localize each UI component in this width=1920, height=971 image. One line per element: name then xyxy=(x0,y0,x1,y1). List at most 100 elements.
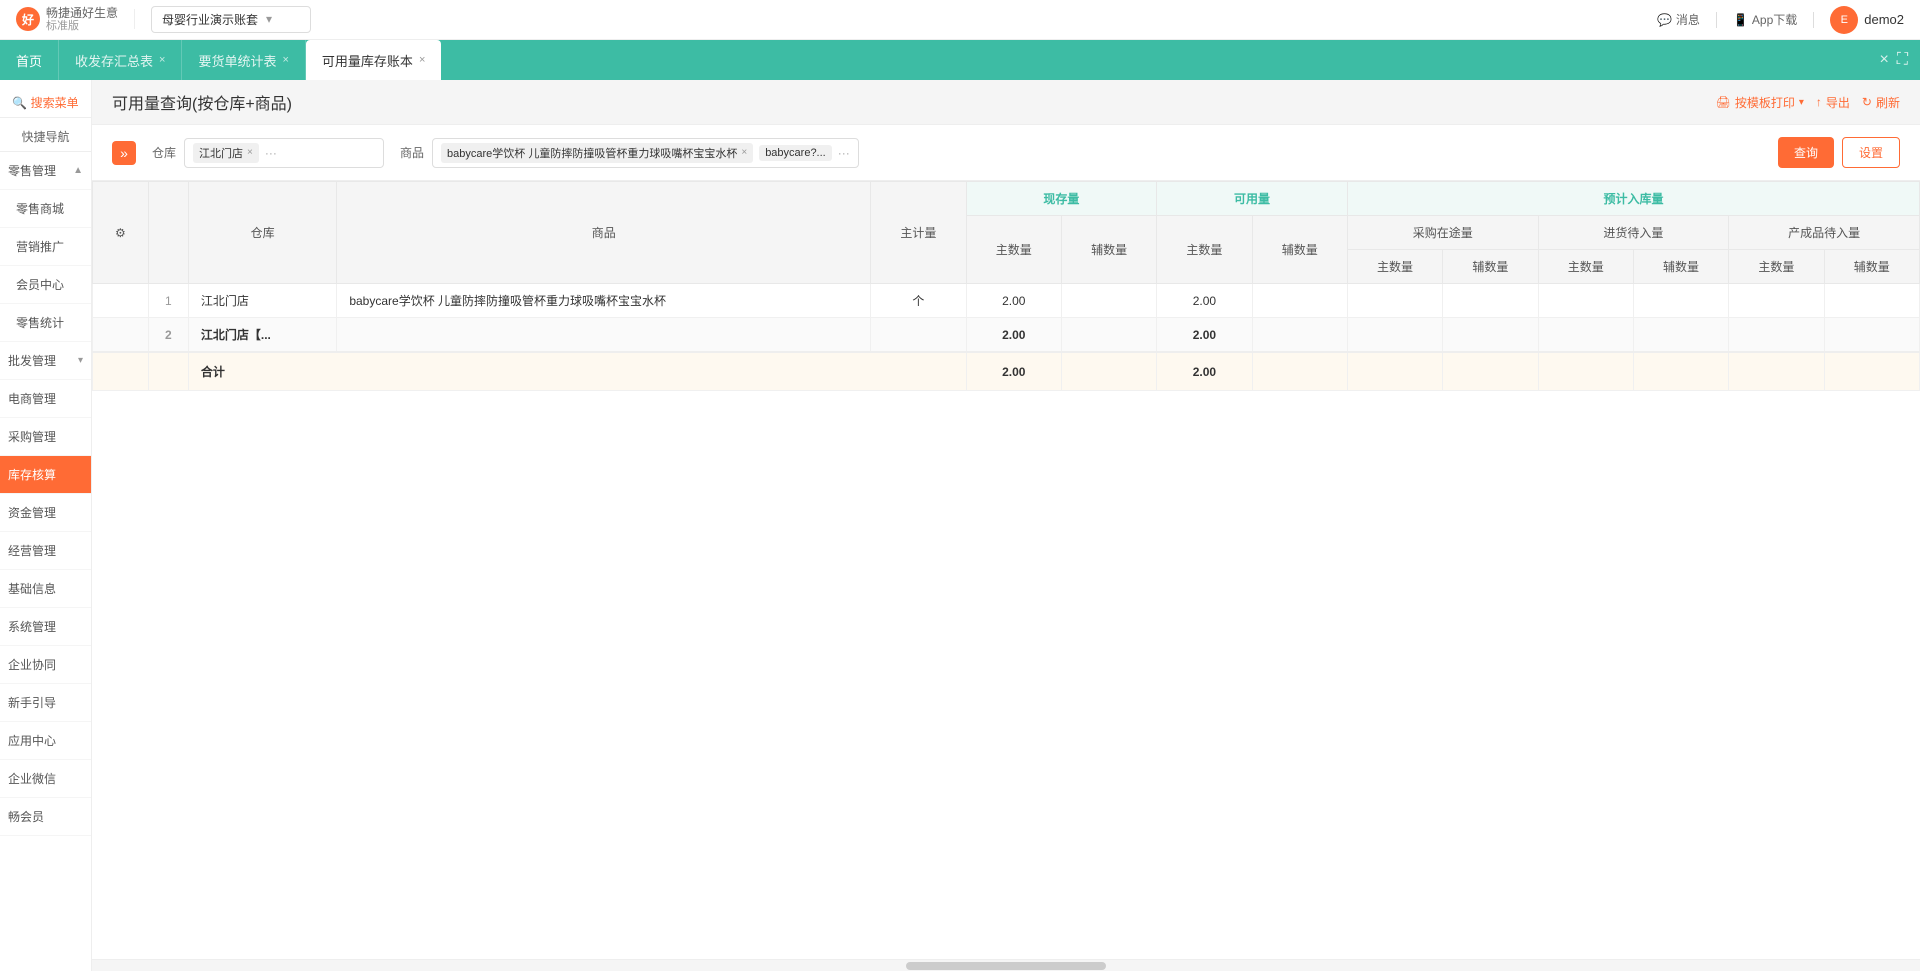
expand-filter-btn[interactable]: » xyxy=(112,141,136,165)
setting-btn[interactable]: 设置 xyxy=(1842,137,1900,168)
wholesale-arrow-icon: ▾ xyxy=(78,355,83,366)
tenant-selector[interactable]: 母婴行业演示账套 ▾ xyxy=(151,6,311,33)
row1-purchase-main xyxy=(1347,284,1442,318)
footer-incoming-aux xyxy=(1633,352,1728,391)
th-index xyxy=(148,182,188,284)
sidebar-item-wechat[interactable]: 企业微信 xyxy=(0,760,91,798)
query-btn[interactable]: 查询 xyxy=(1778,137,1834,168)
sidebar-item-basics[interactable]: 基础信息 xyxy=(0,570,91,608)
product-more-icon[interactable]: ··· xyxy=(838,146,850,160)
avatar: E xyxy=(1830,6,1858,34)
order-stats-tab-label: 要货单统计表 xyxy=(198,51,276,70)
refresh-icon: ↻ xyxy=(1862,95,1872,109)
refresh-btn[interactable]: ↻ 刷新 xyxy=(1862,94,1900,111)
th-settings[interactable]: ⚙ xyxy=(93,182,149,284)
product-filter-field: 商品 babycare学饮杯 儿童防摔防撞吸管杯重力球吸嘴杯宝宝水杯 × bab… xyxy=(400,138,859,168)
settings-icon: ⚙ xyxy=(115,226,126,240)
sidebar-item-wholesale[interactable]: 批发管理 ▾ xyxy=(0,342,91,380)
sidebar-item-member2[interactable]: 畅会员 xyxy=(0,798,91,836)
receipts-tab-close[interactable]: × xyxy=(159,54,165,66)
sidebar-item-wholesale-label: 批发管理 xyxy=(8,352,56,369)
page-title: 可用量查询(按仓库+商品) xyxy=(112,90,292,114)
row1-stock-main: 2.00 xyxy=(966,284,1061,318)
row2-col-check xyxy=(93,318,149,353)
row2-incoming-aux xyxy=(1633,318,1728,353)
sidebar-item-system[interactable]: 系统管理 xyxy=(0,608,91,646)
sidebar-quick-nav[interactable]: 快捷导航 xyxy=(0,122,91,152)
product-tag-1: babycare?... xyxy=(759,145,832,161)
tab-home[interactable]: 首页 xyxy=(0,40,59,80)
top-bar-right: 💬 消息 📱 App下载 E demo2 xyxy=(1657,6,1904,34)
sidebar-item-appstore-label: 应用中心 xyxy=(8,732,56,749)
row2-available-main: 2.00 xyxy=(1157,318,1252,353)
sidebar-item-finance[interactable]: 资金管理 xyxy=(0,494,91,532)
user-menu[interactable]: E demo2 xyxy=(1830,6,1904,34)
main-layout: 🔍 搜索菜单 快捷导航 零售管理 ▲ 零售商城 营销推广 会员中心 零售统计 批… xyxy=(0,80,1920,971)
scroll-hint[interactable] xyxy=(92,959,1920,971)
scroll-thumb[interactable] xyxy=(906,962,1106,970)
sidebar-item-member2-label: 畅会员 xyxy=(8,808,44,825)
tab-available-stock[interactable]: 可用量库存账本 × xyxy=(306,40,441,80)
th-purchase-group: 采购在途量 xyxy=(1347,216,1538,250)
sidebar-item-marketing[interactable]: 营销推广 xyxy=(0,228,91,266)
product-tag-0-close[interactable]: × xyxy=(741,147,747,158)
th-warehouse: 仓库 xyxy=(188,182,336,284)
th-production-main: 主数量 xyxy=(1729,250,1824,284)
sidebar-item-inventory[interactable]: 库存核算 xyxy=(0,456,91,494)
row1-index: 1 xyxy=(148,284,188,318)
tab-receipts[interactable]: 收发存汇总表 × xyxy=(59,40,182,80)
home-tab-label: 首页 xyxy=(16,51,42,70)
sidebar-item-purchase-label: 采购管理 xyxy=(8,428,56,445)
tab-bar: 首页 收发存汇总表 × 要货单统计表 × 可用量库存账本 × × ⛶ xyxy=(0,40,1920,80)
warehouse-tag-close[interactable]: × xyxy=(247,147,253,158)
sidebar-item-enterprise[interactable]: 企业协同 xyxy=(0,646,91,684)
message-btn[interactable]: 💬 消息 xyxy=(1657,11,1700,28)
print-arrow-icon: ▾ xyxy=(1799,97,1804,108)
sidebar-item-retail[interactable]: 零售管理 ▲ xyxy=(0,152,91,190)
sidebar-item-retail-stats[interactable]: 零售统计 xyxy=(0,304,91,342)
message-label: 消息 xyxy=(1676,11,1700,28)
order-stats-tab-close[interactable]: × xyxy=(282,54,288,66)
export-icon: ↑ xyxy=(1816,95,1822,109)
sidebar-item-purchase[interactable]: 采购管理 xyxy=(0,418,91,456)
row2-available-aux xyxy=(1252,318,1347,353)
maximize-btn[interactable]: ⛶ xyxy=(1897,51,1908,69)
row1-production-main xyxy=(1729,284,1824,318)
sidebar-item-operations[interactable]: 经营管理 xyxy=(0,532,91,570)
sidebar-item-member[interactable]: 会员中心 xyxy=(0,266,91,304)
tab-order-stats[interactable]: 要货单统计表 × xyxy=(182,40,305,80)
product-tag-text-1: babycare?... xyxy=(765,147,826,159)
top-bar-left: 好 畅捷通好生意 标准版 母婴行业演示账套 ▾ xyxy=(16,6,311,34)
th-forecast-group: 预计入库量 xyxy=(1347,182,1919,216)
product-input[interactable]: babycare学饮杯 儿童防摔防撞吸管杯重力球吸嘴杯宝宝水杯 × babyca… xyxy=(432,138,859,168)
sidebar-item-retail-label: 零售管理 xyxy=(8,162,56,179)
sidebar-item-newbie[interactable]: 新手引导 xyxy=(0,684,91,722)
footer-check xyxy=(93,352,149,391)
row1-available-aux xyxy=(1252,284,1347,318)
row1-purchase-aux xyxy=(1443,284,1538,318)
th-available-group: 可用量 xyxy=(1157,182,1348,216)
export-btn[interactable]: ↑ 导出 xyxy=(1816,94,1850,111)
sidebar-item-retail-shop[interactable]: 零售商城 xyxy=(0,190,91,228)
tenant-name: 母婴行业演示账套 xyxy=(162,11,258,28)
warehouse-more-icon[interactable]: ··· xyxy=(265,146,277,160)
sidebar-item-ecommerce[interactable]: 电商管理 xyxy=(0,380,91,418)
row1-stock-aux xyxy=(1061,284,1156,318)
sidebar-search[interactable]: 🔍 搜索菜单 xyxy=(0,88,91,118)
available-stock-tab-close[interactable]: × xyxy=(419,54,425,66)
print-label: 按模板打印 xyxy=(1735,94,1795,111)
warehouse-input[interactable]: 江北门店 × ··· xyxy=(184,138,384,168)
footer-label: 合计 xyxy=(188,352,966,391)
sidebar-item-finance-label: 资金管理 xyxy=(8,504,56,521)
row1-unit: 个 xyxy=(871,284,966,318)
sidebar-item-appstore[interactable]: 应用中心 xyxy=(0,722,91,760)
logo-text: 畅捷通好生意 xyxy=(46,6,118,20)
app-download-btn[interactable]: 📱 App下载 xyxy=(1733,11,1797,28)
th-production-aux: 辅数量 xyxy=(1824,250,1919,284)
product-tag-0: babycare学饮杯 儿童防摔防撞吸管杯重力球吸嘴杯宝宝水杯 × xyxy=(441,143,753,163)
warehouse-tag-0: 江北门店 × xyxy=(193,143,259,163)
close-tab-btn[interactable]: × xyxy=(1879,51,1888,69)
th-unit: 主计量 xyxy=(871,182,966,284)
print-btn[interactable]: 🖨 按模板打印 ▾ xyxy=(1716,94,1804,111)
row1-production-aux xyxy=(1824,284,1919,318)
